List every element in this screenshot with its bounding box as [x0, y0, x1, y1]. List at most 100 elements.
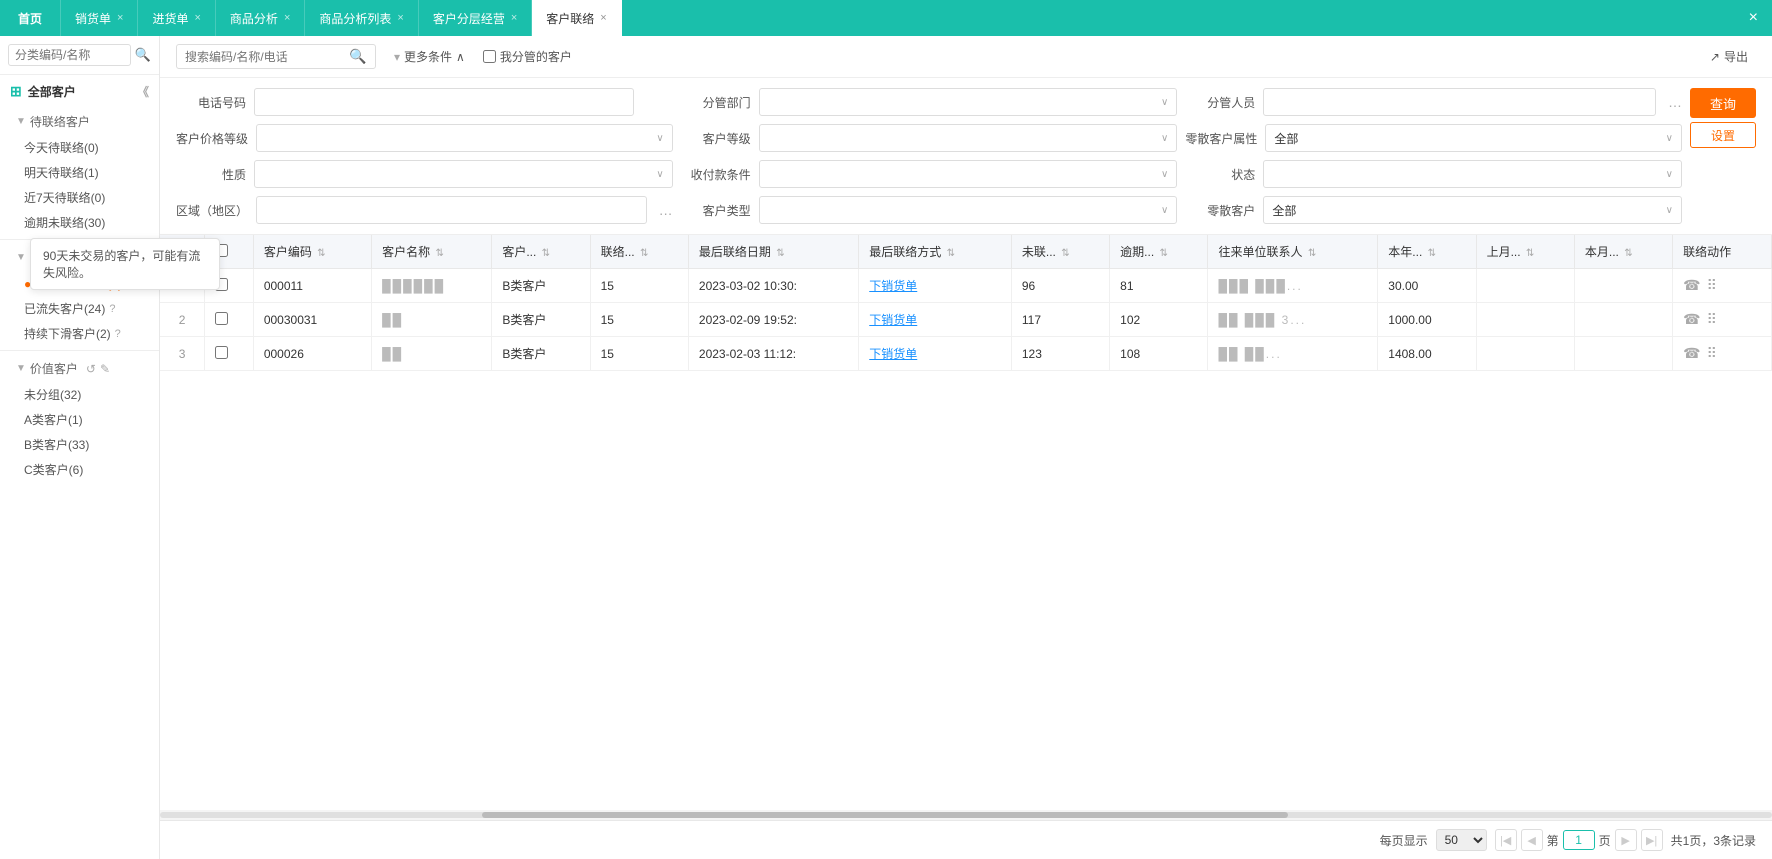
payment-label: 收付款条件 — [681, 166, 751, 183]
scrollbar-thumb[interactable] — [482, 812, 1288, 818]
action-more-2[interactable]: ⠿ — [1707, 311, 1717, 328]
row-code-1: 000011 — [253, 269, 371, 303]
main-layout: 🔍 ⊞ 全部客户 《 ▼ 待联络客户 今天待联络(0) 明天待联络(1) 近7天… — [0, 36, 1772, 859]
sidebar-search-input[interactable] — [8, 44, 131, 66]
sidebar-item-7days-pending[interactable]: 近7天待联络(0) — [0, 185, 159, 210]
page-next-btn[interactable]: ▶ — [1615, 829, 1637, 851]
tab-customer-contact[interactable]: 客户联络 × — [532, 0, 621, 36]
filter-row-3: 性质 ∨ 收付款条件 ∨ — [176, 160, 1682, 188]
action-contact-3[interactable]: ☎ — [1683, 345, 1700, 362]
my-customers-checkbox[interactable] — [483, 50, 496, 63]
sidebar-item-churned[interactable]: 已流失客户(24) ? — [0, 296, 159, 321]
search-icon[interactable]: 🔍 — [349, 48, 366, 65]
price-level-arrow: ∨ — [656, 133, 663, 144]
page-number-input[interactable] — [1563, 830, 1595, 850]
row-num-2: 2 — [160, 303, 205, 337]
phone-input[interactable] — [254, 88, 634, 116]
search-input[interactable] — [185, 50, 345, 64]
filter-phone: 电话号码 — [176, 88, 673, 116]
filter-dept: 分管部门 ∨ — [681, 88, 1178, 116]
sidebar-group-pending[interactable]: ▼ 待联络客户 — [0, 108, 159, 135]
settings-button[interactable]: 设置 — [1690, 122, 1756, 148]
col-code-header: 客户编码 ⇅ — [253, 235, 371, 269]
sidebar-all-customers[interactable]: ⊞ 全部客户 《 — [0, 75, 159, 108]
window-close-button[interactable]: × — [1735, 0, 1772, 36]
more-conditions-btn[interactable]: ▾ 更多条件 ∧ — [386, 44, 473, 69]
type-select[interactable]: ∨ — [759, 196, 1178, 224]
sidebar-item-class-b[interactable]: B类客户(33) — [0, 432, 159, 457]
per-page-label: 每页显示 — [1380, 832, 1428, 849]
declining-help-icon[interactable]: ? — [115, 328, 121, 340]
tab-close-product-analysis-list[interactable]: × — [397, 12, 403, 24]
row-unit-contact-3: ██ ██... — [1208, 337, 1378, 371]
table-header-row: ⚙ 客户编码 ⇅ 客户名称 ⇅ 客户... ⇅ 联络... ⇅ 最后联络日期 ⇅… — [160, 235, 1772, 269]
region-dots[interactable]: … — [659, 202, 673, 218]
problem-arrow: ▼ — [16, 252, 26, 263]
page-last-btn[interactable]: ▶| — [1641, 829, 1663, 851]
zero-customer-select[interactable]: 全部 ∨ — [1263, 196, 1682, 224]
region-select[interactable] — [256, 196, 647, 224]
horizontal-scrollbar[interactable] — [160, 810, 1772, 820]
row-year-3: 1408.00 — [1378, 337, 1476, 371]
dept-select[interactable]: ∨ — [759, 88, 1178, 116]
query-button[interactable]: 查询 — [1690, 88, 1756, 118]
sidebar-item-ungrouped[interactable]: 未分组(32) — [0, 382, 159, 407]
zero-attr-select[interactable]: 全部 ∨ — [1265, 124, 1682, 152]
sidebar-item-overdue-contact[interactable]: 逾期未联络(30) — [0, 210, 159, 235]
tab-close-customer-contact[interactable]: × — [600, 12, 606, 24]
sidebar-item-declining[interactable]: 持续下滑客户(2) ? — [0, 321, 159, 346]
tab-close-customer-tier[interactable]: × — [511, 12, 517, 24]
status-select[interactable]: ∨ — [1263, 160, 1682, 188]
tab-product-analysis[interactable]: 商品分析 × — [216, 0, 305, 36]
sidebar-collapse-btn[interactable]: 《 — [137, 83, 149, 100]
value-edit-icon[interactable]: ✎ — [100, 362, 110, 376]
row-not-contacted-1: 96 — [1011, 269, 1109, 303]
sidebar-group-value-customers[interactable]: ▼ 价值客户 ↺ ✎ — [0, 355, 159, 382]
total-label: 共1页，3条记录 — [1671, 832, 1756, 849]
per-page-select[interactable]: 50 100 200 — [1436, 829, 1487, 851]
filter-row-2: 客户价格等级 ∨ 客户等级 ∨ — [176, 124, 1682, 152]
person-dots[interactable]: … — [1668, 94, 1682, 110]
gender-select[interactable]: ∨ — [254, 160, 673, 188]
tab-customer-tier[interactable]: 客户分层经营 × — [419, 0, 532, 36]
type-label: 客户类型 — [681, 202, 751, 219]
row-last-date-1: 2023-03-02 10:30: — [688, 269, 858, 303]
row-3-checkbox[interactable] — [215, 346, 228, 359]
action-more-1[interactable]: ⠿ — [1707, 277, 1717, 294]
row-unit-contact-1: ███ ███... — [1208, 269, 1378, 303]
row-2-checkbox[interactable] — [215, 312, 228, 325]
action-contact-1[interactable]: ☎ — [1683, 277, 1700, 294]
person-select[interactable] — [1263, 88, 1656, 116]
row-last-method-2: 下销货单 — [859, 303, 1012, 337]
page-unit: 页 — [1599, 832, 1611, 849]
tab-close-purchase-order[interactable]: × — [194, 12, 200, 24]
sidebar-item-tomorrow-pending[interactable]: 明天待联络(1) — [0, 160, 159, 185]
payment-select[interactable]: ∨ — [759, 160, 1178, 188]
row-type-1: B类客户 — [492, 269, 590, 303]
sidebar-item-class-a[interactable]: A类客户(1) — [0, 407, 159, 432]
tab-close-product-analysis[interactable]: × — [284, 12, 290, 24]
action-contact-2[interactable]: ☎ — [1683, 311, 1700, 328]
sidebar-item-class-c[interactable]: C类客户(6) — [0, 457, 159, 482]
col-overdue-header: 逾期... ⇅ — [1110, 235, 1208, 269]
churned-help-icon[interactable]: ? — [109, 303, 115, 315]
tab-purchase-order[interactable]: 进货单 × — [138, 0, 215, 36]
tab-sales-order[interactable]: 销货单 × — [61, 0, 138, 36]
sidebar-item-today-pending[interactable]: 今天待联络(0) — [0, 135, 159, 160]
dept-label: 分管部门 — [681, 94, 751, 111]
action-more-3[interactable]: ⠿ — [1707, 345, 1717, 362]
page-prev-btn[interactable]: ◀ — [1521, 829, 1543, 851]
tab-home[interactable]: 首页 — [0, 0, 61, 36]
more-conditions-arrow: ∧ — [456, 50, 465, 64]
tab-product-analysis-list[interactable]: 商品分析列表 × — [305, 0, 418, 36]
level-select[interactable]: ∨ — [759, 124, 1178, 152]
price-level-select[interactable]: ∨ — [256, 124, 673, 152]
filter-zero-attr: 零散客户属性 全部 ∨ — [1185, 124, 1682, 152]
tab-close-sales-order[interactable]: × — [117, 12, 123, 24]
export-button[interactable]: ↗ 导出 — [1702, 44, 1756, 69]
value-refresh-icon[interactable]: ↺ — [86, 362, 96, 376]
page-first-btn[interactable]: |◀ — [1495, 829, 1517, 851]
row-unit-contact-2: ██ ███ 3... — [1208, 303, 1378, 337]
filter-type: 客户类型 ∨ — [681, 196, 1178, 224]
filter-level: 客户等级 ∨ — [681, 124, 1178, 152]
